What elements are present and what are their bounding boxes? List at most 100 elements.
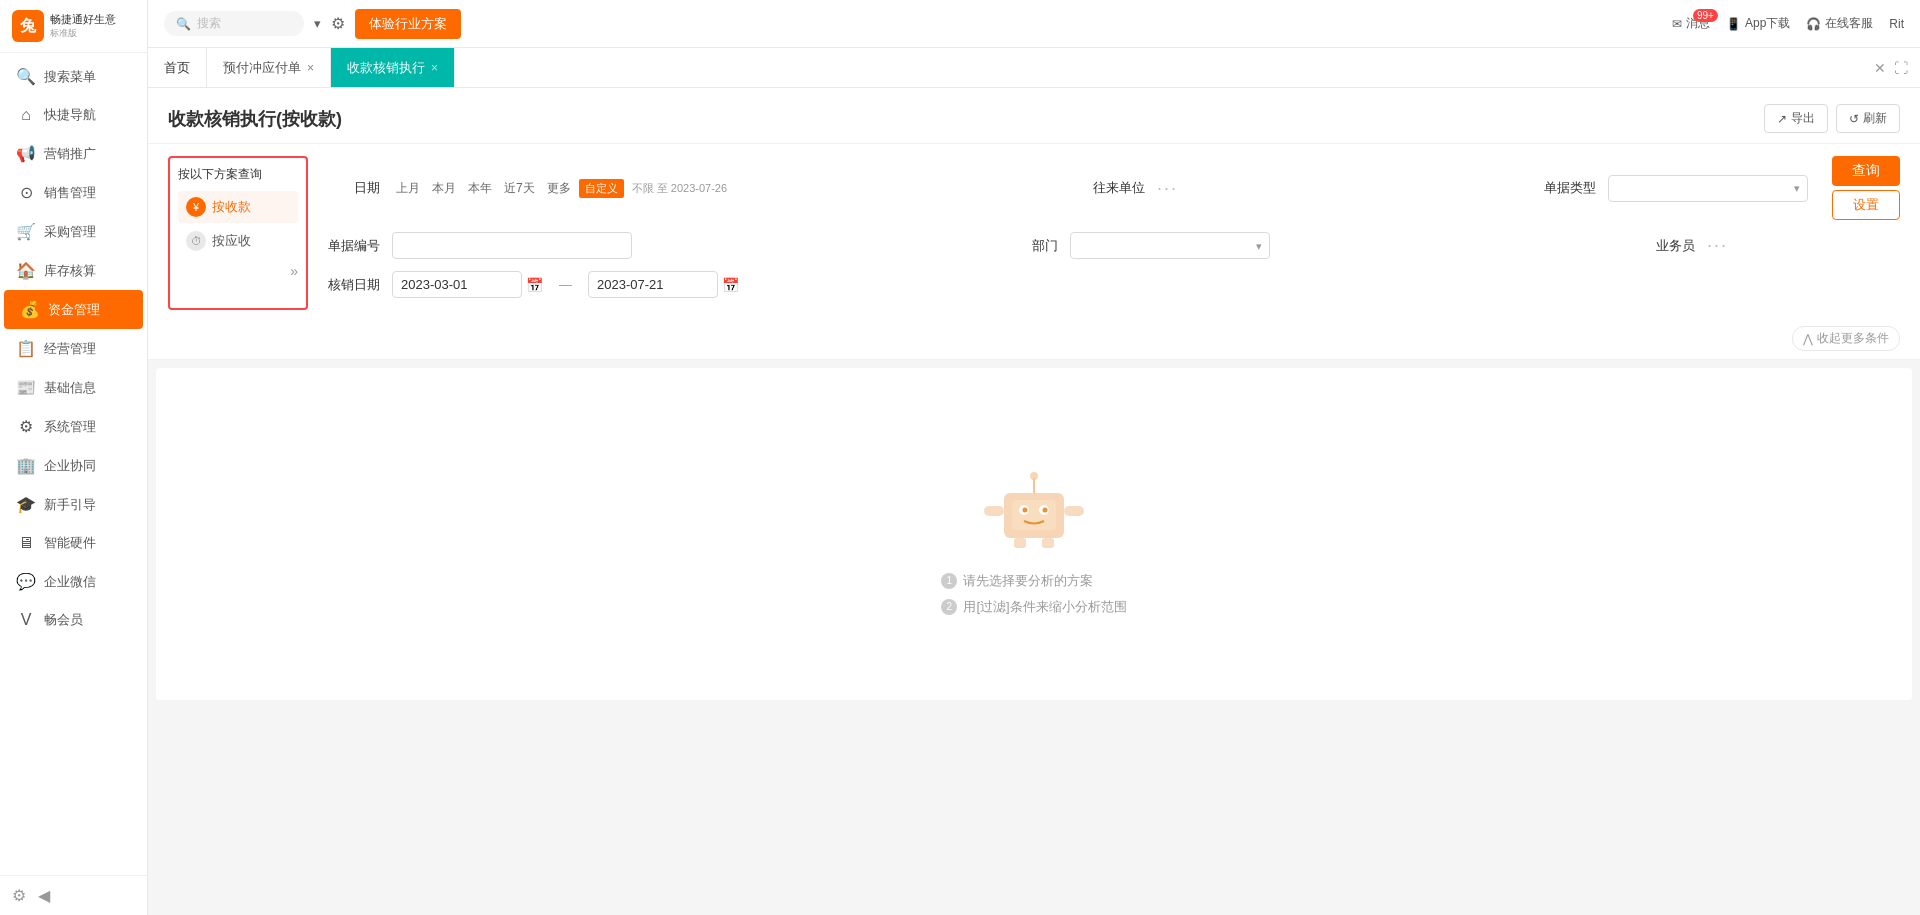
sidebar-item-inventory[interactable]: 🏠库存核算: [0, 251, 147, 290]
query-btn[interactable]: 查询: [1832, 156, 1900, 186]
topbar-msg[interactable]: ✉ 消息 99+: [1672, 15, 1710, 32]
expand-tabs-icon[interactable]: ⛶: [1894, 60, 1908, 76]
sidebar-label-operation: 经营管理: [44, 340, 96, 358]
sales-nav-icon: ⊙: [16, 183, 36, 202]
salesman-dots[interactable]: ···: [1707, 235, 1728, 256]
topbar: 🔍 搜索 ▾ ⚙ 体验行业方案 ✉ 消息 99+ 📱 App下载 🎧 在线客服 …: [148, 0, 1920, 48]
filter-receipt-icon: ¥: [186, 197, 206, 217]
sidebar-item-finance[interactable]: 💰资金管理: [4, 290, 143, 329]
sidebar-item-marketing[interactable]: 📢营销推广: [0, 134, 147, 173]
filter-row-3: 核销日期 📅 — 📅: [324, 271, 1900, 298]
verify-date-end-input[interactable]: [588, 271, 718, 298]
refresh-icon: ↺: [1849, 112, 1859, 126]
tabs-bar: 首页 预付冲应付单 × 收款核销执行 × ✕ ⛶: [148, 48, 1920, 88]
verify-date-start-wrap: 📅: [392, 271, 543, 298]
dept-select[interactable]: [1070, 232, 1270, 259]
salesman-label: 业务员: [1639, 237, 1695, 255]
svg-rect-6: [984, 506, 1004, 516]
sidebar-item-basic[interactable]: 📰基础信息: [0, 368, 147, 407]
sidebar: 兔 畅捷通好生意 标准版 🔍搜索菜单⌂快捷导航📢营销推广 ⊙ 销售管理 🛒采购管理🏠库…: [0, 0, 148, 915]
svg-rect-7: [1064, 506, 1084, 516]
tab-home[interactable]: 首页: [148, 48, 207, 87]
verify-date-label: 核销日期: [324, 276, 380, 294]
finance-nav-icon: 💰: [20, 300, 40, 319]
logo-text: 畅捷通好生意 标准版: [50, 12, 116, 39]
service-icon: 🎧: [1806, 17, 1821, 31]
verify-date-end-wrap: 📅: [588, 271, 739, 298]
sidebar-item-search[interactable]: 🔍搜索菜单: [0, 57, 147, 96]
collapse-sidebar-icon[interactable]: ◀: [38, 886, 50, 905]
filter-bottom-line: [148, 359, 1920, 360]
calendar-start-icon[interactable]: 📅: [526, 277, 543, 293]
tabs-actions: ✕ ⛶: [1874, 60, 1920, 76]
verify-date-start-input[interactable]: [392, 271, 522, 298]
date-last-month[interactable]: 上月: [392, 178, 424, 199]
sidebar-label-member: 畅会员: [44, 611, 83, 629]
quick-nav-nav-icon: ⌂: [16, 106, 36, 124]
main-area: 🔍 搜索 ▾ ⚙ 体验行业方案 ✉ 消息 99+ 📱 App下载 🎧 在线客服 …: [148, 0, 1920, 915]
prepay-tab-close[interactable]: ×: [307, 61, 314, 75]
svg-rect-1: [1012, 500, 1056, 530]
sidebar-item-member[interactable]: V畅会员: [0, 601, 147, 639]
receipt-verify-tab-close[interactable]: ×: [431, 61, 438, 75]
sidebar-item-purchase[interactable]: 🛒采购管理: [0, 212, 147, 251]
doc-no-input[interactable]: [392, 232, 632, 259]
doc-type-label: 单据类型: [1540, 179, 1596, 197]
doc-type-select[interactable]: [1608, 175, 1808, 202]
page-header-actions: ↗ 导出 ↺ 刷新: [1764, 104, 1900, 133]
sidebar-item-guide[interactable]: 🎓新手引导: [0, 485, 147, 524]
collapse-more-btn[interactable]: ⋀ 收起更多条件: [1792, 326, 1900, 351]
sidebar-item-wechat[interactable]: 💬企业微信: [0, 562, 147, 601]
export-btn[interactable]: ↗ 导出: [1764, 104, 1828, 133]
filter-by-receivable[interactable]: ⏱ 按应收: [178, 225, 298, 257]
calendar-end-icon[interactable]: 📅: [722, 277, 739, 293]
filter-by-receipt[interactable]: ¥ 按收款: [178, 191, 298, 223]
logo-area: 兔 畅捷通好生意 标准版: [0, 0, 147, 53]
industry-btn[interactable]: 体验行业方案: [355, 9, 461, 39]
app-icon: 📱: [1726, 17, 1741, 31]
topbar-user[interactable]: Rit: [1889, 17, 1904, 31]
topbar-search[interactable]: 🔍 搜索: [164, 11, 304, 36]
sidebar-item-system[interactable]: ⚙系统管理: [0, 407, 147, 446]
sidebar-label-inventory: 库存核算: [44, 262, 96, 280]
date-custom[interactable]: 自定义: [579, 179, 624, 198]
settings-icon[interactable]: ⚙: [12, 886, 26, 905]
doc-type-select-wrap: [1608, 175, 1808, 202]
corp-nav-icon: 🏢: [16, 456, 36, 475]
search-icon: 🔍: [176, 17, 191, 31]
tab-receipt-verify[interactable]: 收款核销执行 ×: [331, 48, 455, 87]
tab-prepay[interactable]: 预付冲应付单 ×: [207, 48, 331, 87]
empty-tip-1: 1 请先选择要分析的方案: [941, 568, 1126, 594]
empty-illustration: [974, 448, 1094, 548]
date-7days[interactable]: 近7天: [500, 178, 539, 199]
sidebar-item-sales[interactable]: ⊙ 销售管理: [0, 173, 147, 212]
svg-point-4: [1023, 508, 1028, 513]
svg-rect-11: [1042, 538, 1054, 548]
sidebar-item-hardware[interactable]: 🖥智能硬件: [0, 524, 147, 562]
refresh-btn[interactable]: ↺ 刷新: [1836, 104, 1900, 133]
topbar-gear-icon[interactable]: ⚙: [331, 14, 345, 33]
settings-btn[interactable]: 设置: [1832, 190, 1900, 220]
date-this-year[interactable]: 本年: [464, 178, 496, 199]
partner-label: 往来单位: [1089, 179, 1145, 197]
topbar-service[interactable]: 🎧 在线客服: [1806, 15, 1873, 32]
date-this-month[interactable]: 本月: [428, 178, 460, 199]
sidebar-item-corp[interactable]: 🏢企业协同: [0, 446, 147, 485]
filter-row-2: 单据编号 部门 业务员 ···: [324, 232, 1900, 259]
filter-panel-collapse-icon[interactable]: »: [290, 263, 298, 279]
wechat-nav-icon: 💬: [16, 572, 36, 591]
basic-nav-icon: 📰: [16, 378, 36, 397]
sidebar-item-quick-nav[interactable]: ⌂快捷导航: [0, 96, 147, 134]
sidebar-label-sales: 销售管理: [44, 184, 96, 202]
partner-input-dots[interactable]: ···: [1157, 178, 1178, 199]
search-area: 按以下方案查询 ¥ 按收款 ⏱ 按应收 » 日期: [148, 144, 1920, 322]
date-label: 日期: [324, 179, 380, 197]
topbar-dropdown-icon[interactable]: ▾: [314, 16, 321, 31]
topbar-app[interactable]: 📱 App下载: [1726, 15, 1790, 32]
sidebar-label-guide: 新手引导: [44, 496, 96, 514]
export-icon: ↗: [1777, 112, 1787, 126]
collapse-more-area: ⋀ 收起更多条件: [148, 322, 1920, 359]
sidebar-item-operation[interactable]: 📋经营管理: [0, 329, 147, 368]
close-tab-icon[interactable]: ✕: [1874, 60, 1886, 76]
date-more[interactable]: 更多: [543, 178, 575, 199]
